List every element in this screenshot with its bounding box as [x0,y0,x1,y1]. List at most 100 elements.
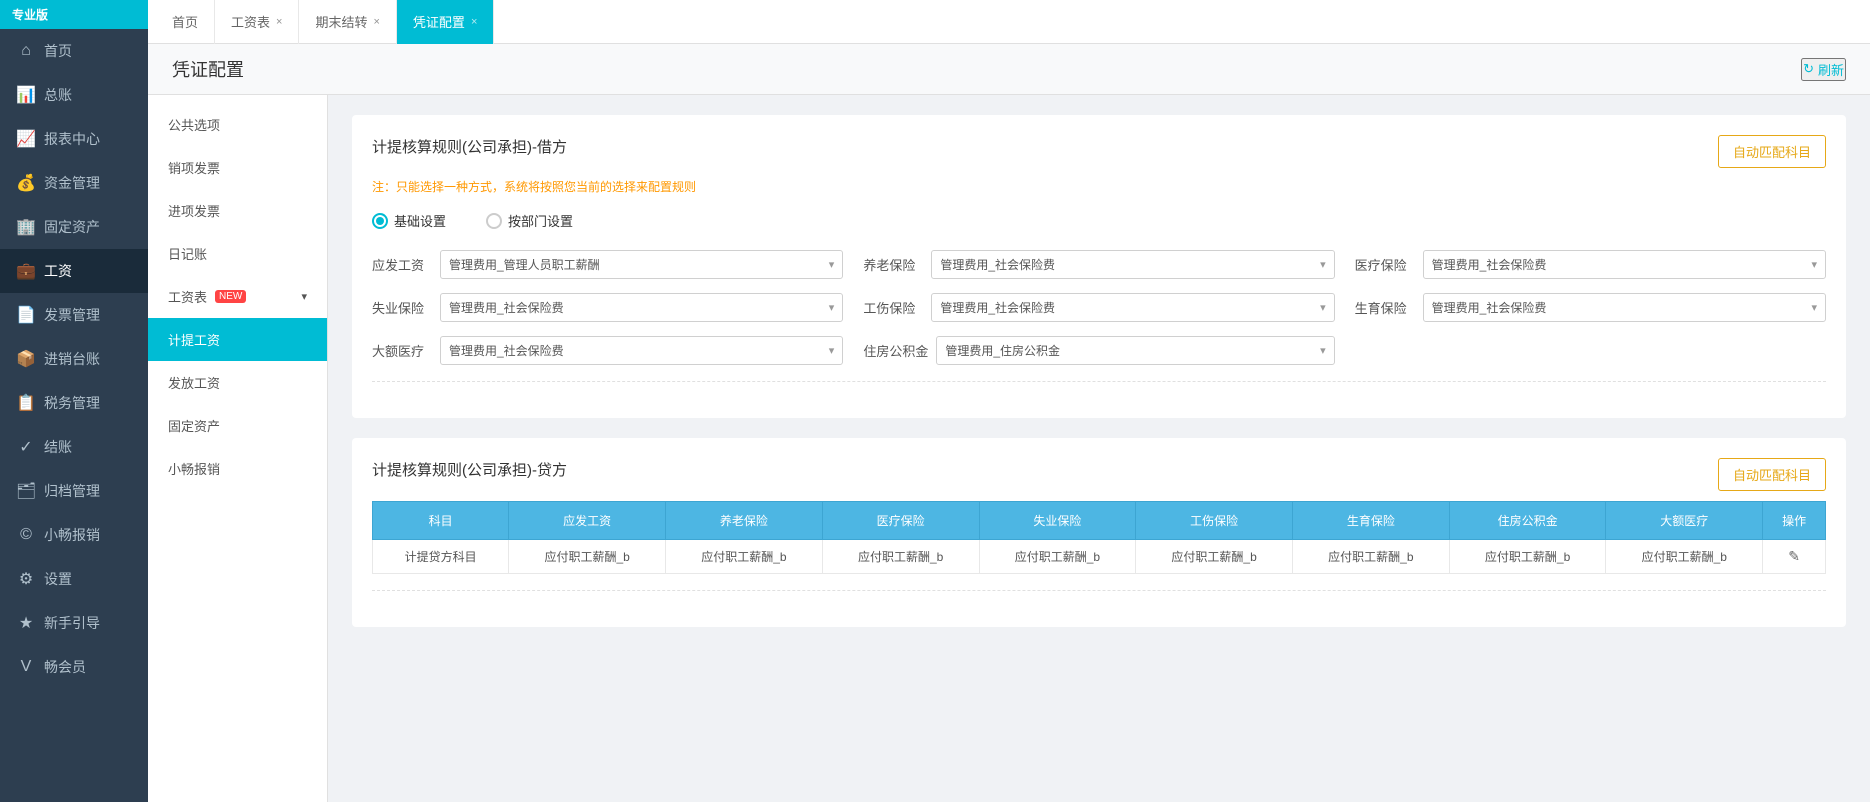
select-gongshang[interactable]: 管理费用_社会保险费 ▾ [931,293,1334,322]
radio-department[interactable]: 按部门设置 [486,211,573,230]
ledger-icon: 📊 [16,85,36,105]
left-nav-public-options[interactable]: 公共选项 [148,103,327,146]
select-yanglao[interactable]: 管理费用_社会保险费 ▾ [931,250,1334,279]
col-shengyu: 生育保险 [1292,502,1449,540]
sidebar-item-vip[interactable]: V 畅会员 [0,645,148,689]
edit-icon[interactable]: ✎ [1788,548,1800,564]
page-header: 凭证配置 ↻ 刷新 [148,44,1870,95]
close-voucher-tab-icon[interactable]: × [471,16,477,28]
cell-zhufang: 应付职工薪酬_b [1449,540,1606,574]
sidebar-item-payroll[interactable]: 💼 工资 [0,249,148,293]
form-row-daeliao: 大额医疗 管理费用_社会保险费 ▾ [372,336,843,365]
credit-section-header: 计提核算规则(公司承担)-贷方 自动匹配科目 [372,458,1826,491]
select-shengyu[interactable]: 管理费用_社会保险费 ▾ [1423,293,1826,322]
chevron-down-icon: ▾ [1320,344,1326,357]
select-daeliao[interactable]: 管理费用_社会保险费 ▾ [440,336,843,365]
select-yiliao[interactable]: 管理费用_社会保险费 ▾ [1423,250,1826,279]
guide-icon: ★ [16,613,36,633]
sidebar-item-general-ledger[interactable]: 📊 总账 [0,73,148,117]
chevron-down-icon: ▾ [829,301,835,314]
form-row-yiliao: 医疗保险 管理费用_社会保险费 ▾ [1355,250,1826,279]
form-row-zhufang: 住房公积金 管理费用_住房公积金 ▾ [863,336,1334,365]
left-nav-purchase-invoice[interactable]: 进项发票 [148,189,327,232]
form-row-yingfa: 应发工资 管理费用_管理人员职工薪酬 ▾ [372,250,843,279]
sidebar-item-home[interactable]: ⌂ 首页 [0,29,148,73]
left-nav-payroll-table[interactable]: 工资表 NEW ▾ [148,275,327,318]
home-icon: ⌂ [16,42,36,60]
credit-section-title: 计提核算规则(公司承担)-贷方 [372,459,567,480]
fund-icon: 💰 [16,173,36,193]
cell-yanglao: 应付职工薪酬_b [666,540,823,574]
sidebar: 专业版 ⌂ 首页 📊 总账 📈 报表中心 💰 资金管理 🏢 固定资产 💼 工资 … [0,0,148,802]
chevron-down-icon: ▾ [1811,301,1817,314]
label-zhufang: 住房公积金 [863,341,928,360]
debit-note: 注：只能选择一种方式，系统将按照您当前的选择来配置规则 [372,178,1826,195]
sidebar-item-report-center[interactable]: 📈 报表中心 [0,117,148,161]
tab-home[interactable]: 首页 [156,0,215,44]
left-nav-accrual-payroll[interactable]: 计提工资 [148,318,327,361]
label-shengyu: 生育保险 [1355,298,1415,317]
left-nav: 公共选项 销项发票 进项发票 日记账 工资表 NEW ▾ 计提工资 [148,95,328,802]
debit-section-header: 计提核算规则(公司承担)-借方 自动匹配科目 [372,135,1826,168]
sidebar-item-fixed-assets[interactable]: 🏢 固定资产 [0,205,148,249]
sidebar-item-mini-expense[interactable]: © 小畅报销 [0,513,148,557]
debit-auto-match-button[interactable]: 自动匹配科目 [1718,135,1826,168]
radio-basic[interactable]: 基础设置 [372,211,446,230]
left-nav-payroll-disbursement[interactable]: 发放工资 [148,361,327,404]
page-title: 凭证配置 [172,56,244,82]
select-yingfa[interactable]: 管理费用_管理人员职工薪酬 ▾ [440,250,843,279]
cell-action[interactable]: ✎ [1763,540,1826,574]
chevron-down-icon: ▾ [829,258,835,271]
cell-shengyu: 应付职工薪酬_b [1292,540,1449,574]
col-yanglao: 养老保险 [666,502,823,540]
cell-yingfa: 应付职工薪酬_b [509,540,666,574]
table-row: 计提贷方科目 应付职工薪酬_b 应付职工薪酬_b 应付职工薪酬_b 应付职工薪酬… [373,540,1826,574]
label-shiye: 失业保险 [372,298,432,317]
left-nav-sales-invoice[interactable]: 销项发票 [148,146,327,189]
col-gongshang: 工伤保险 [1136,502,1293,540]
close-payroll-tab-icon[interactable]: × [276,16,282,28]
sidebar-item-invoice[interactable]: 📄 发票管理 [0,293,148,337]
sidebar-item-settings[interactable]: ⚙ 设置 [0,557,148,601]
select-shiye[interactable]: 管理费用_社会保险费 ▾ [440,293,843,322]
select-zhufang[interactable]: 管理费用_住房公积金 ▾ [936,336,1334,365]
cell-shiye: 应付职工薪酬_b [979,540,1136,574]
col-zhufang: 住房公积金 [1449,502,1606,540]
sidebar-item-settlement[interactable]: ✓ 结账 [0,425,148,469]
app-edition: 专业版 [0,0,148,29]
sidebar-item-guide[interactable]: ★ 新手引导 [0,601,148,645]
refresh-button[interactable]: ↻ 刷新 [1801,58,1846,81]
form-row-yanglao: 养老保险 管理费用_社会保险费 ▾ [863,250,1334,279]
col-daeliao: 大额医疗 [1606,502,1763,540]
purchase-icon: 📦 [16,349,36,369]
sidebar-item-fund[interactable]: 💰 资金管理 [0,161,148,205]
label-daeliao: 大额医疗 [372,341,432,360]
main-panel: 计提核算规则(公司承担)-借方 自动匹配科目 注：只能选择一种方式，系统将按照您… [328,95,1870,802]
chevron-down-icon: ▾ [1320,301,1326,314]
refresh-icon: ↻ [1803,61,1814,77]
form-row-shiye: 失业保险 管理费用_社会保险费 ▾ [372,293,843,322]
left-nav-small-expense[interactable]: 小畅报销 [148,447,327,490]
tab-period-end[interactable]: 期末结转 × [299,0,396,44]
tab-payroll-table[interactable]: 工资表 × [215,0,299,44]
left-nav-fixed-assets[interactable]: 固定资产 [148,404,327,447]
sidebar-item-purchase-sales[interactable]: 📦 进销台账 [0,337,148,381]
radio-basic-circle [372,213,388,229]
invoice-icon: 📄 [16,305,36,325]
cell-gongshang: 应付职工薪酬_b [1136,540,1293,574]
form-row-gongshang: 工伤保险 管理费用_社会保险费 ▾ [863,293,1334,322]
chevron-down-icon: ▾ [1811,258,1817,271]
chevron-down-icon: ▾ [1320,258,1326,271]
col-action: 操作 [1763,502,1826,540]
sidebar-item-tax[interactable]: 📋 税务管理 [0,381,148,425]
col-yingfa: 应发工资 [509,502,666,540]
close-period-tab-icon[interactable]: × [373,16,379,28]
col-shiye: 失业保险 [979,502,1136,540]
credit-auto-match-button[interactable]: 自动匹配科目 [1718,458,1826,491]
payroll-icon: 💼 [16,261,36,281]
credit-section: 计提核算规则(公司承担)-贷方 自动匹配科目 科目 应发工资 养老保险 医疗保险… [352,438,1846,627]
tab-voucher-config[interactable]: 凭证配置 × [397,0,494,44]
col-subject: 科目 [373,502,509,540]
sidebar-item-archive[interactable]: 🗂 归档管理 [0,469,148,513]
left-nav-journal[interactable]: 日记账 [148,232,327,275]
